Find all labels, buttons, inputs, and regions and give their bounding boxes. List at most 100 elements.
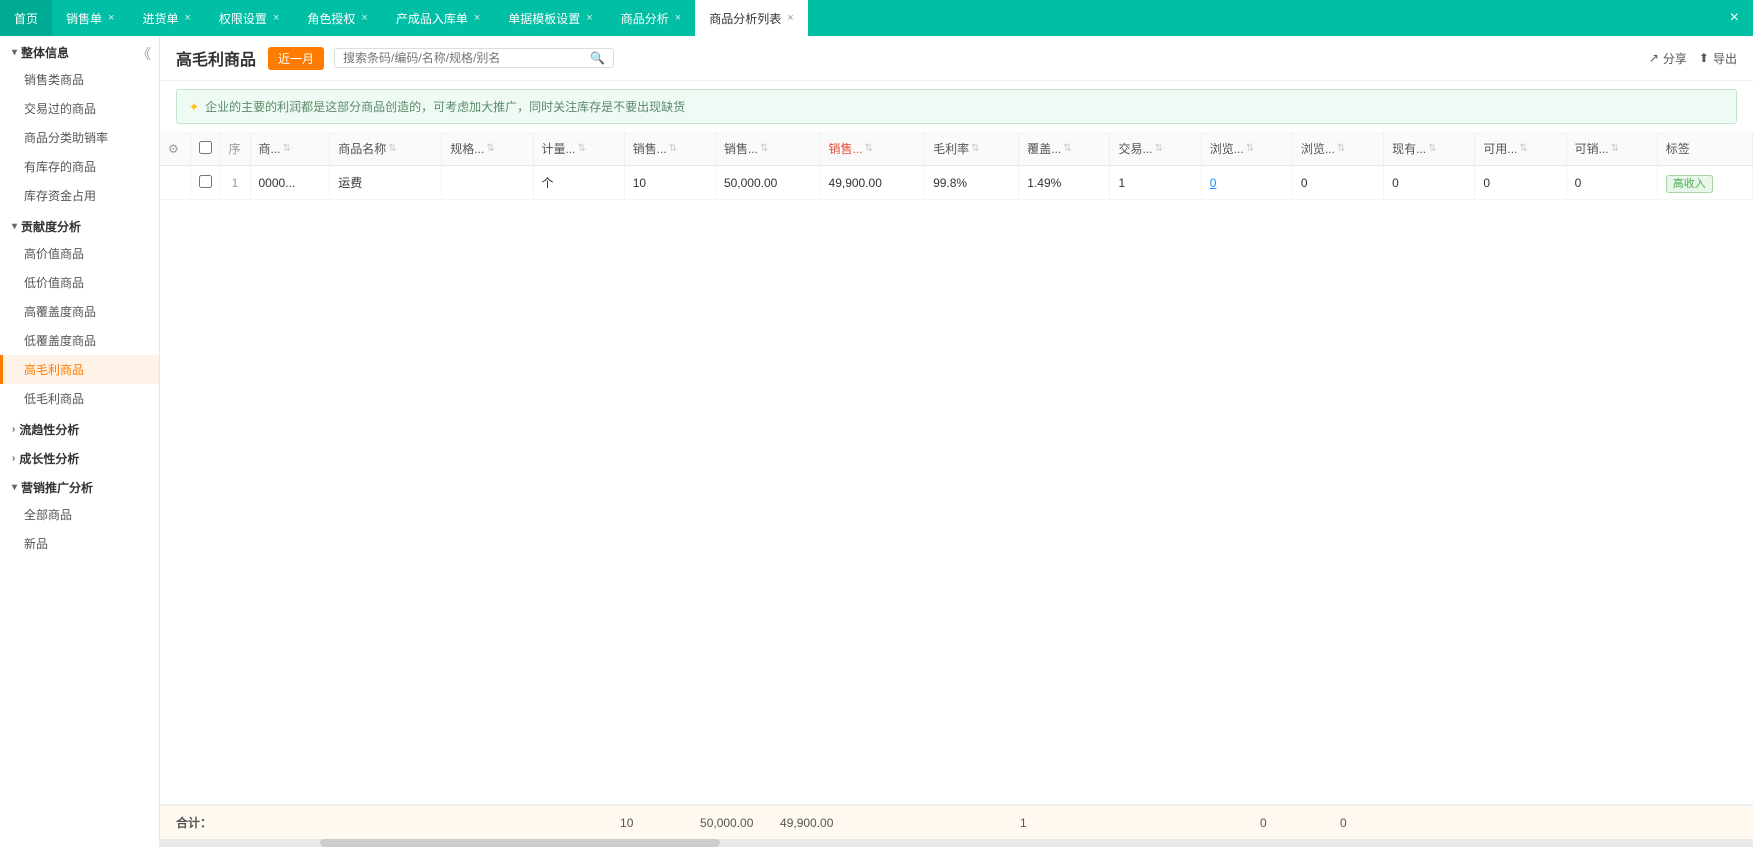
th-checkbox[interactable] — [190, 132, 220, 166]
sort-coverage[interactable]: ⇅ — [1063, 143, 1071, 154]
nav-purchase[interactable]: 进货单 × — [128, 0, 204, 36]
sort-browse2[interactable]: ⇅ — [1337, 143, 1345, 154]
sidebar-item-traded-goods[interactable]: 交易过的商品 — [0, 94, 159, 123]
sidebar-item-sales-goods[interactable]: 销售类商品 — [0, 65, 159, 94]
top-navigation: 首页 销售单 × 进货单 × 权限设置 × 角色授权 × 产成品入库单 × 单据… — [0, 0, 1753, 36]
sort-available-stock[interactable]: ⇅ — [1519, 143, 1527, 154]
footer-sales-cost: 49,900.00 — [772, 816, 852, 830]
sort-code[interactable]: ⇅ — [283, 143, 291, 154]
sort-gross-rate[interactable]: ⇅ — [971, 143, 979, 154]
cell-unit: 个 — [533, 166, 624, 200]
export-button[interactable]: ⬆ 导出 — [1699, 50, 1737, 67]
sort-sales-cost[interactable]: ⇅ — [865, 143, 873, 154]
th-unit[interactable]: 计量...⇅ — [533, 132, 624, 166]
th-available-stock[interactable]: 可用...⇅ — [1475, 132, 1566, 166]
close-window-button[interactable]: × — [1716, 0, 1753, 36]
sort-name[interactable]: ⇅ — [388, 143, 396, 154]
footer-available-stock: 0 — [1332, 816, 1412, 830]
nav-home[interactable]: 首页 — [0, 0, 52, 36]
sidebar-group-contribution[interactable]: ▾ 贡献度分析 — [0, 210, 159, 239]
th-tag: 标签 — [1657, 132, 1752, 166]
sidebar-item-high-coverage[interactable]: 高覆盖度商品 — [0, 297, 159, 326]
nav-product-analysis[interactable]: 商品分析 × — [607, 0, 695, 36]
th-browse2[interactable]: 浏览...⇅ — [1292, 132, 1383, 166]
close-product-analysis-list-tab[interactable]: × — [787, 12, 793, 24]
scrollbar-thumb[interactable] — [320, 839, 720, 847]
row-checkbox[interactable] — [199, 175, 212, 188]
sort-spec[interactable]: ⇅ — [486, 143, 494, 154]
settings-icon[interactable]: ⚙ — [168, 142, 179, 156]
close-template-tab[interactable]: × — [586, 12, 592, 24]
nav-permission[interactable]: 权限设置 × — [205, 0, 293, 36]
cell-current-stock: 0 — [1384, 166, 1475, 200]
horizontal-scrollbar[interactable] — [160, 839, 1753, 847]
close-product-analysis-tab[interactable]: × — [675, 12, 681, 24]
sort-sales-amount[interactable]: ⇅ — [760, 143, 768, 154]
sidebar-collapse-button[interactable]: 《 — [137, 44, 151, 64]
filter-recent-month-button[interactable]: 近一月 — [268, 47, 324, 70]
sort-browse1[interactable]: ⇅ — [1246, 143, 1254, 154]
th-sales-cost[interactable]: 销售...⇅ — [820, 132, 925, 166]
th-sales-amount[interactable]: 销售...⇅ — [715, 132, 820, 166]
sidebar-item-high-value[interactable]: 高价值商品 — [0, 239, 159, 268]
sort-current-stock[interactable]: ⇅ — [1428, 143, 1436, 154]
nav-product-analysis-list[interactable]: 商品分析列表 × — [695, 0, 807, 36]
footer-trade: 1 — [1012, 816, 1092, 830]
th-saleable[interactable]: 可销...⇅ — [1566, 132, 1657, 166]
nav-template[interactable]: 单据模板设置 × — [494, 0, 606, 36]
sidebar-item-high-margin[interactable]: 高毛利商品 — [0, 355, 159, 384]
info-banner: ✦ 企业的主要的利润都是这部分商品创造的，可考虑加大推广，同时关注库存是不要出现… — [176, 89, 1737, 124]
browse1-link[interactable]: 0 — [1210, 176, 1217, 190]
share-icon: ↗ — [1649, 51, 1659, 65]
th-current-stock[interactable]: 现有...⇅ — [1384, 132, 1475, 166]
close-product-inbound-tab[interactable]: × — [474, 12, 480, 24]
sort-saleable[interactable]: ⇅ — [1611, 143, 1619, 154]
sort-trade[interactable]: ⇅ — [1155, 143, 1163, 154]
sort-sales-qty[interactable]: ⇅ — [669, 143, 677, 154]
close-sales-tab[interactable]: × — [108, 12, 114, 24]
sidebar-group-trend[interactable]: › 流趋性分析 — [0, 413, 159, 442]
th-code[interactable]: 商...⇅ — [250, 132, 330, 166]
sidebar-item-low-margin[interactable]: 低毛利商品 — [0, 384, 159, 413]
th-coverage[interactable]: 覆盖...⇅ — [1019, 132, 1110, 166]
footer-label: 合计： — [176, 814, 212, 831]
share-button[interactable]: ↗ 分享 — [1649, 50, 1687, 67]
sidebar-item-low-value[interactable]: 低价值商品 — [0, 268, 159, 297]
content-header: 高毛利商品 近一月 🔍 ↗ 分享 ⬆ 导出 — [160, 36, 1753, 81]
th-trade[interactable]: 交易...⇅ — [1110, 132, 1201, 166]
cell-browse2: 0 — [1292, 166, 1383, 200]
cell-browse1[interactable]: 0 — [1201, 166, 1292, 200]
nav-sales[interactable]: 销售单 × — [52, 0, 128, 36]
select-all-checkbox[interactable] — [199, 141, 212, 154]
th-spec[interactable]: 规格...⇅ — [442, 132, 533, 166]
sidebar-group-marketing[interactable]: ▾ 营销推广分析 — [0, 471, 159, 500]
sidebar-item-stock-capital[interactable]: 库存资金占用 — [0, 181, 159, 210]
sort-unit[interactable]: ⇅ — [578, 143, 586, 154]
cell-coverage: 1.49% — [1019, 166, 1110, 200]
close-role-tab[interactable]: × — [361, 12, 367, 24]
th-gross-rate[interactable]: 毛利率⇅ — [925, 132, 1019, 166]
sidebar-item-new-goods[interactable]: 新品 — [0, 529, 159, 558]
nav-product-inbound[interactable]: 产成品入库单 × — [382, 0, 494, 36]
th-sales-qty[interactable]: 销售...⇅ — [624, 132, 715, 166]
export-icon: ⬆ — [1699, 51, 1709, 65]
sidebar-item-category-sales-rate[interactable]: 商品分类助销率 — [0, 123, 159, 152]
sidebar-item-all-goods[interactable]: 全部商品 — [0, 500, 159, 529]
th-name[interactable]: 商品名称⇅ — [330, 132, 442, 166]
th-browse1[interactable]: 浏览...⇅ — [1201, 132, 1292, 166]
sidebar-group-overall[interactable]: ▾ 整体信息 — [0, 36, 159, 65]
search-input[interactable] — [343, 51, 590, 65]
product-table-container[interactable]: ⚙ 序 商...⇅ 商品名称⇅ — [160, 132, 1753, 804]
close-purchase-tab[interactable]: × — [184, 12, 190, 24]
cell-checkbox[interactable] — [190, 166, 220, 200]
search-icon[interactable]: 🔍 — [590, 51, 605, 65]
close-permission-tab[interactable]: × — [273, 12, 279, 24]
th-settings[interactable]: ⚙ — [160, 132, 190, 166]
nav-role[interactable]: 角色授权 × — [293, 0, 381, 36]
sidebar-item-stocked-goods[interactable]: 有库存的商品 — [0, 152, 159, 181]
th-index: 序 — [220, 132, 250, 166]
cell-code: 0000... — [250, 166, 330, 200]
sidebar-group-growth[interactable]: › 成长性分析 — [0, 442, 159, 471]
sidebar-item-low-coverage[interactable]: 低覆盖度商品 — [0, 326, 159, 355]
group-arrow-overall: ▾ — [12, 47, 17, 58]
